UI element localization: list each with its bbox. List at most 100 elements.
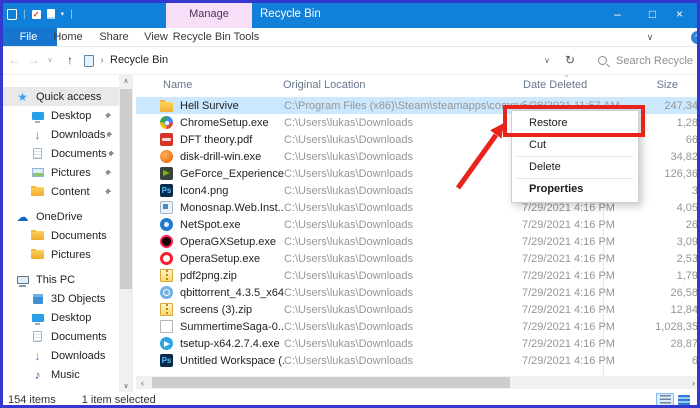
list-horizontal-scrollbar[interactable]: ‹ › [136,376,700,389]
sidebar-item-downloads[interactable]: ↓ Downloads [0,346,119,365]
opera-file-icon [160,252,173,265]
file-size: 4,05 [676,201,698,214]
scroll-left-icon[interactable]: ‹ [136,376,149,389]
column-header-name[interactable]: Name [163,79,192,91]
column-header-date-deleted[interactable]: Date Deleted [523,79,587,91]
sidebar-item-content[interactable]: Content [0,182,119,201]
file-row[interactable]: SummertimeSaga-0... C:\Users\lukas\Downlo… [136,318,700,335]
sidebar-item-pictures[interactable]: Pictures [0,163,119,182]
sidebar-section-this-pc[interactable]: This PC [0,270,119,289]
file-loc: C:\Users\lukas\Downloads [284,184,413,197]
ribbon-tab-row: File Home Share View Recycle Bin Tools ∨… [0,28,700,47]
file-name: NetSpot.exe [180,218,241,231]
folder-file-icon [160,100,173,112]
ps-file-icon [160,184,173,197]
thumbnails-view-button[interactable] [675,393,693,406]
customize-toolbar-chevron-icon[interactable]: ▾ [61,10,65,18]
selection-count: 1 item selected [81,394,156,406]
sidebar-item-documents[interactable]: Documents [0,327,119,346]
back-icon[interactable]: ← [6,46,22,74]
pin-icon [105,131,113,139]
menu-item-cut[interactable]: Cut [512,135,638,156]
file-row[interactable]: OperaSetup.exe C:\Users\lukas\Downloads 7/… [136,250,700,267]
file-row[interactable]: tsetup-x64.2.7.4.exe C:\Users\lukas\Downl… [136,335,700,352]
sidebar-item-label: Music [51,368,80,381]
minimize-button[interactable]: – [600,0,635,28]
scroll-right-icon[interactable]: › [687,376,700,389]
tab-share[interactable]: Share [94,28,134,46]
file-row[interactable]: Untitled Workspace (...C:\Users\lukas\Do… [136,352,700,369]
sidebar-item-music[interactable]: ♪ Music [0,365,119,384]
sidebar-item-3d-objects[interactable]: 3D Objects [0,289,119,308]
breadcrumb[interactable]: Recycle Bin [110,46,168,74]
pic-icon [30,166,45,180]
file-file-icon [160,320,173,333]
forward-icon[interactable]: → [26,46,42,74]
gf-file-icon [160,167,173,180]
file-loc: C:\Users\lukas\Downloads [284,235,413,248]
file-row[interactable]: OperaGXSetup.exe C:\Users\lukas\Downloads… [136,233,700,250]
note-icon: ♪ [34,367,41,382]
file-date: 7/29/2021 4:16 PM [522,320,615,333]
file-name: qbittorrent_4.3.5_x64... [180,286,284,299]
file-loc: C:\Users\lukas\Downloads [284,116,413,129]
sidebar-item-label: Content [51,185,90,198]
recent-locations-chevron-icon[interactable]: ∨ [44,46,56,74]
file-name: OperaGXSetup.exe [180,235,277,248]
address-bar: ← → ∨ ↑ › Recycle Bin ∨ ↻ [0,46,700,75]
items-count: 154 items [8,394,56,406]
list-scrollbar-thumb[interactable] [152,377,510,388]
window-controls: – □ × [600,0,700,28]
menu-item-properties[interactable]: Properties [512,179,638,200]
file-name: tsetup-x64.2.7.4.exe [180,337,280,350]
address-dropdown-icon[interactable]: ∨ [540,46,554,74]
sidebar-item-documents[interactable]: Documents [0,226,119,245]
tab-view[interactable]: View [138,28,174,46]
menu-item-delete[interactable]: Delete [512,157,638,178]
sidebar-item-downloads[interactable]: ↓ Downloads [0,125,119,144]
file-size: 1,028,35 [655,320,698,333]
file-size: 6 [691,354,698,367]
search-input[interactable] [614,50,700,72]
sidebar-section-label: This PC [36,273,76,286]
column-header-size[interactable]: Size [657,79,678,91]
tab-recycle-bin-tools[interactable]: Recycle Bin Tools [172,28,260,46]
title-bar: | ✓ ▾ | Manage Recycle Bin – □ × [0,0,700,28]
desktop-icon [30,109,45,123]
file-row[interactable]: qbittorrent_4.3.5_x64... C:\Users\lukas\D… [136,284,700,301]
scroll-down-icon[interactable]: ∨ [119,379,133,392]
file-loc: C:\Users\lukas\Downloads [284,303,413,316]
tab-home[interactable]: Home [48,28,88,46]
chrome-file-icon [160,116,173,129]
expand-ribbon-chevron-icon[interactable]: ∨ [640,28,660,46]
file-row[interactable]: pdf2png.zip C:\Users\lukas\Downloads 7/29/… [136,267,700,284]
close-button[interactable]: × [670,0,700,28]
help-icon[interactable]: ? [691,31,700,44]
new-folder-shortcut-icon[interactable] [46,9,55,19]
sidebar-section-quick-access[interactable]: ★ Quick access [0,87,119,106]
up-icon[interactable]: ↑ [62,46,78,74]
file-row[interactable]: screens (3).zip C:\Users\lukas\Downloads 7… [136,301,700,318]
sidebar-item-desktop[interactable]: Desktop [0,106,119,125]
details-view-button[interactable] [656,393,674,406]
sidebar-scrollbar[interactable]: ∧ ∨ [119,74,133,392]
column-header-original-location[interactable]: Original Location [283,79,366,91]
sidebar-item-documents[interactable]: Documents [0,144,119,163]
manage-contextual-tab[interactable]: Manage [166,0,252,28]
sidebar-scrollbar-thumb[interactable] [120,89,132,289]
maximize-button[interactable]: □ [635,0,670,28]
sidebar-item-desktop[interactable]: Desktop [0,308,119,327]
file-name: pdf2png.zip [180,269,237,282]
cloud-icon: ☁ [16,209,29,224]
file-row[interactable]: NetSpot.exe C:\Users\lukas\Downloads 7/29/… [136,216,700,233]
file-loc: C:\Users\lukas\Downloads [284,218,413,231]
file-name: Icon4.png [180,184,229,197]
sidebar-item-pictures[interactable]: Pictures [0,245,119,264]
scroll-up-icon[interactable]: ∧ [119,74,133,87]
sidebar-item-label: Desktop [51,311,92,324]
file-size: 28,87 [670,337,698,350]
refresh-icon[interactable]: ↻ [562,46,578,74]
properties-shortcut-icon[interactable]: ✓ [31,9,41,19]
file-loc: C:\Users\lukas\Downloads [284,201,413,214]
sidebar-section-onedrive[interactable]: ☁ OneDrive [0,207,119,226]
